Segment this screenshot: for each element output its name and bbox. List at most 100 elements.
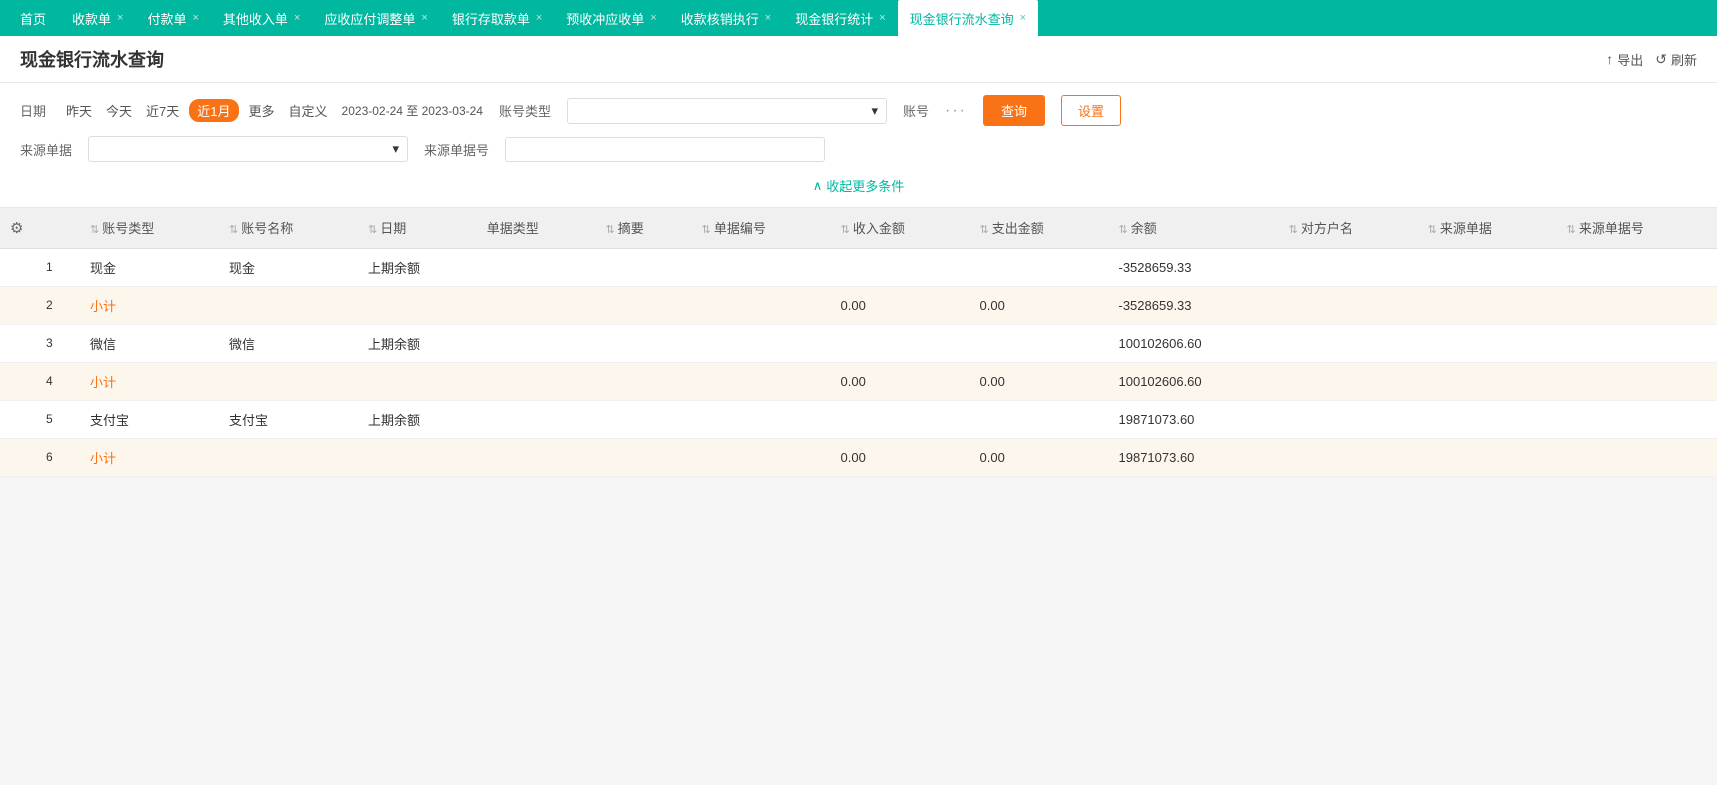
page-header: 现金银行流水查询 ↑ 导出 ↺ 刷新 <box>0 36 1717 83</box>
row-balance-3: 100102606.60 <box>1109 362 1279 400</box>
th-source-doc[interactable]: 来源单据 <box>1418 208 1557 248</box>
row-date-2: 上期余额 <box>358 324 477 362</box>
nav-tab-7[interactable]: 现金银行统计 × <box>783 0 897 36</box>
th-date[interactable]: 日期 <box>358 208 477 248</box>
row-no-5: 6 <box>36 438 80 476</box>
table-row: 3 微信 微信 上期余额 100102606.60 <box>0 324 1717 362</box>
nav-tab-0[interactable]: 收款单× <box>60 0 135 36</box>
source-doc-no-input[interactable] <box>505 137 825 162</box>
table-row: 1 现金 现金 上期余额 -3528659.33 <box>0 248 1717 286</box>
refresh-button[interactable]: ↺ 刷新 <box>1655 50 1697 69</box>
row-doc-type-5 <box>477 438 596 476</box>
th-income[interactable]: 收入金额 <box>831 208 970 248</box>
row-expense-4 <box>970 400 1109 438</box>
th-no <box>36 208 80 248</box>
nav-tab-label-4: 银行存取款单 <box>452 9 530 28</box>
row-summary-1 <box>595 286 691 324</box>
settings-button[interactable]: 设置 <box>1061 95 1121 126</box>
row-summary-5 <box>595 438 691 476</box>
query-button[interactable]: 查询 <box>983 95 1045 126</box>
th-counterparty[interactable]: 对方户名 <box>1279 208 1418 248</box>
th-account-name[interactable]: 账号名称 <box>219 208 358 248</box>
nav-tab-close-7[interactable]: × <box>879 12 885 24</box>
row-account-name-2: 微信 <box>219 324 358 362</box>
row-gear-0 <box>0 248 36 286</box>
row-balance-4: 19871073.60 <box>1109 400 1279 438</box>
nav-home[interactable]: 首页 <box>8 0 58 36</box>
th-summary[interactable]: 摘要 <box>595 208 691 248</box>
row-source-doc-no-2 <box>1557 324 1717 362</box>
th-doc-no[interactable]: 单据编号 <box>692 208 831 248</box>
row-doc-no-2 <box>692 324 831 362</box>
date-more[interactable]: 更多 <box>245 99 279 122</box>
collapse-button[interactable]: ∧ 收起更多条件 <box>813 176 905 195</box>
filter-row-1: 日期 昨天 今天 近7天 近1月 更多 自定义 2023-02-24 至 202… <box>20 95 1697 126</box>
date-today[interactable]: 今天 <box>102 99 136 122</box>
row-expense-3: 0.00 <box>970 362 1109 400</box>
nav-tab-close-0[interactable]: × <box>117 12 123 24</box>
nav-tab-label-3: 应收应付调整单 <box>324 9 415 28</box>
row-account-type-1: 小计 <box>80 286 219 324</box>
source-doc-select[interactable]: ▾ <box>88 136 408 162</box>
nav-tab-6[interactable]: 收款核销执行× <box>669 0 783 36</box>
table-row: 2 小计 0.00 0.00 -3528659.33 <box>0 286 1717 324</box>
chevron-down-icon: ▾ <box>871 103 878 119</box>
th-expense[interactable]: 支出金额 <box>970 208 1109 248</box>
row-gear-5 <box>0 438 36 476</box>
header-actions: ↑ 导出 ↺ 刷新 <box>1606 50 1697 69</box>
row-source-doc-1 <box>1418 286 1557 324</box>
row-no-1: 2 <box>36 286 80 324</box>
th-balance[interactable]: 余额 <box>1109 208 1279 248</box>
row-account-type-4: 支付宝 <box>80 400 219 438</box>
row-doc-type-0 <box>477 248 596 286</box>
nav-tab-2[interactable]: 其他收入单× <box>211 0 312 36</box>
gear-icon[interactable]: ⚙ <box>10 220 23 237</box>
row-no-4: 5 <box>36 400 80 438</box>
row-income-3: 0.00 <box>831 362 970 400</box>
row-counterparty-4 <box>1279 400 1418 438</box>
account-type-select[interactable]: ▾ <box>567 98 887 124</box>
row-counterparty-3 <box>1279 362 1418 400</box>
nav-tab-close-1[interactable]: × <box>192 12 198 24</box>
row-doc-no-5 <box>692 438 831 476</box>
export-button[interactable]: ↑ 导出 <box>1606 50 1643 69</box>
nav-tab-label-5: 预收冲应收单 <box>566 9 644 28</box>
date-7days[interactable]: 近7天 <box>142 99 183 122</box>
row-no-3: 4 <box>36 362 80 400</box>
row-doc-no-4 <box>692 400 831 438</box>
nav-tab-close-6[interactable]: × <box>765 12 771 24</box>
page-title: 现金银行流水查询 <box>20 46 164 72</box>
date-1month[interactable]: 近1月 <box>189 99 238 122</box>
nav-tab-close-2[interactable]: × <box>294 12 300 24</box>
nav-tab-close-8[interactable]: × <box>1020 12 1026 24</box>
row-income-0 <box>831 248 970 286</box>
row-account-type-3: 小计 <box>80 362 219 400</box>
row-balance-5: 19871073.60 <box>1109 438 1279 476</box>
date-range: 2023-02-24 至 2023-03-24 <box>342 102 483 119</box>
nav-tab-label-1: 付款单 <box>147 9 186 28</box>
date-yesterday[interactable]: 昨天 <box>62 99 96 122</box>
account-more-icon[interactable]: ··· <box>945 102 967 120</box>
data-table: ⚙ 账号类型 账号名称 日期 单据类型 摘要 单据编号 收入金额 支出金额 余额… <box>0 208 1717 477</box>
th-account-type[interactable]: 账号类型 <box>80 208 219 248</box>
nav-tab-close-3[interactable]: × <box>421 12 427 24</box>
row-doc-type-2 <box>477 324 596 362</box>
nav-tab-label-7: 现金银行统计 <box>795 9 873 28</box>
row-account-name-5 <box>219 438 358 476</box>
nav-tab-close-5[interactable]: × <box>650 12 656 24</box>
row-summary-4 <box>595 400 691 438</box>
row-counterparty-2 <box>1279 324 1418 362</box>
nav-tab-8[interactable]: 现金银行流水查询× <box>898 0 1038 36</box>
nav-tab-3[interactable]: 应收应付调整单 × <box>312 0 439 36</box>
row-date-0: 上期余额 <box>358 248 477 286</box>
row-counterparty-0 <box>1279 248 1418 286</box>
th-source-doc-no[interactable]: 来源单据号 <box>1557 208 1717 248</box>
nav-tab-close-4[interactable]: × <box>536 12 542 24</box>
table-area: ⚙ 账号类型 账号名称 日期 单据类型 摘要 单据编号 收入金额 支出金额 余额… <box>0 208 1717 477</box>
nav-tab-4[interactable]: 银行存取款单 × <box>440 0 554 36</box>
nav-tab-1[interactable]: 付款单 × <box>135 0 210 36</box>
date-label: 日期 <box>20 101 46 120</box>
nav-tab-5[interactable]: 预收冲应收单 × <box>554 0 668 36</box>
date-custom[interactable]: 自定义 <box>285 99 332 122</box>
row-counterparty-1 <box>1279 286 1418 324</box>
